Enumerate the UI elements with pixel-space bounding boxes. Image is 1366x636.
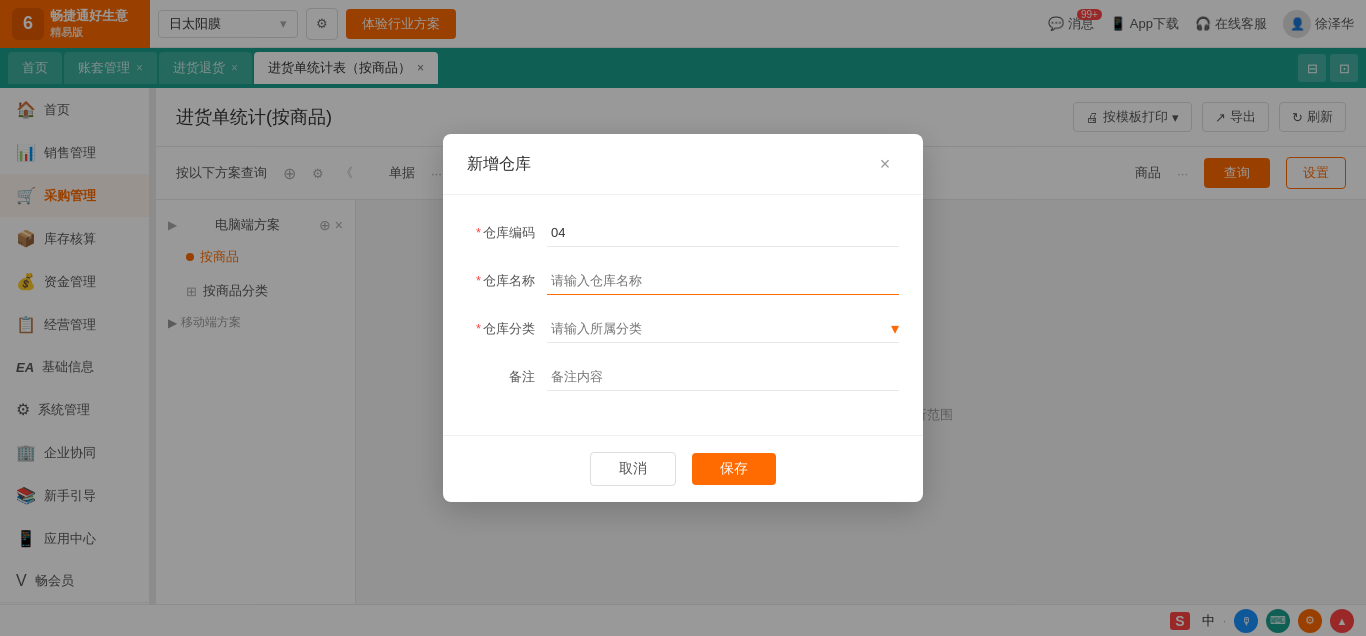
form-item-category: 仓库分类 ▾ bbox=[467, 315, 899, 343]
category-label: 仓库分类 bbox=[467, 320, 547, 338]
category-arrow-icon[interactable]: ▾ bbox=[891, 319, 899, 338]
form-item-name: 仓库名称 bbox=[467, 267, 899, 295]
category-input[interactable] bbox=[547, 315, 891, 342]
cancel-button[interactable]: 取消 bbox=[590, 452, 676, 486]
name-label: 仓库名称 bbox=[467, 272, 547, 290]
dialog-header: 新增仓库 × bbox=[443, 134, 923, 195]
note-label: 备注 bbox=[467, 368, 547, 386]
save-button[interactable]: 保存 bbox=[692, 453, 776, 485]
category-select-wrapper: ▾ bbox=[547, 315, 899, 343]
form-item-code: 仓库编码 bbox=[467, 219, 899, 247]
code-input[interactable] bbox=[547, 219, 899, 247]
modal-overlay[interactable]: 新增仓库 × 仓库编码 仓库名称 仓库分类 ▾ bbox=[0, 0, 1366, 636]
code-label: 仓库编码 bbox=[467, 224, 547, 242]
dialog-body: 仓库编码 仓库名称 仓库分类 ▾ 备注 bbox=[443, 195, 923, 435]
name-input[interactable] bbox=[547, 267, 899, 295]
note-input[interactable] bbox=[547, 363, 899, 391]
form-item-note: 备注 bbox=[467, 363, 899, 391]
dialog-footer: 取消 保存 bbox=[443, 435, 923, 502]
dialog-new-warehouse: 新增仓库 × 仓库编码 仓库名称 仓库分类 ▾ bbox=[443, 134, 923, 502]
dialog-close-button[interactable]: × bbox=[871, 150, 899, 178]
dialog-title: 新增仓库 bbox=[467, 154, 531, 175]
